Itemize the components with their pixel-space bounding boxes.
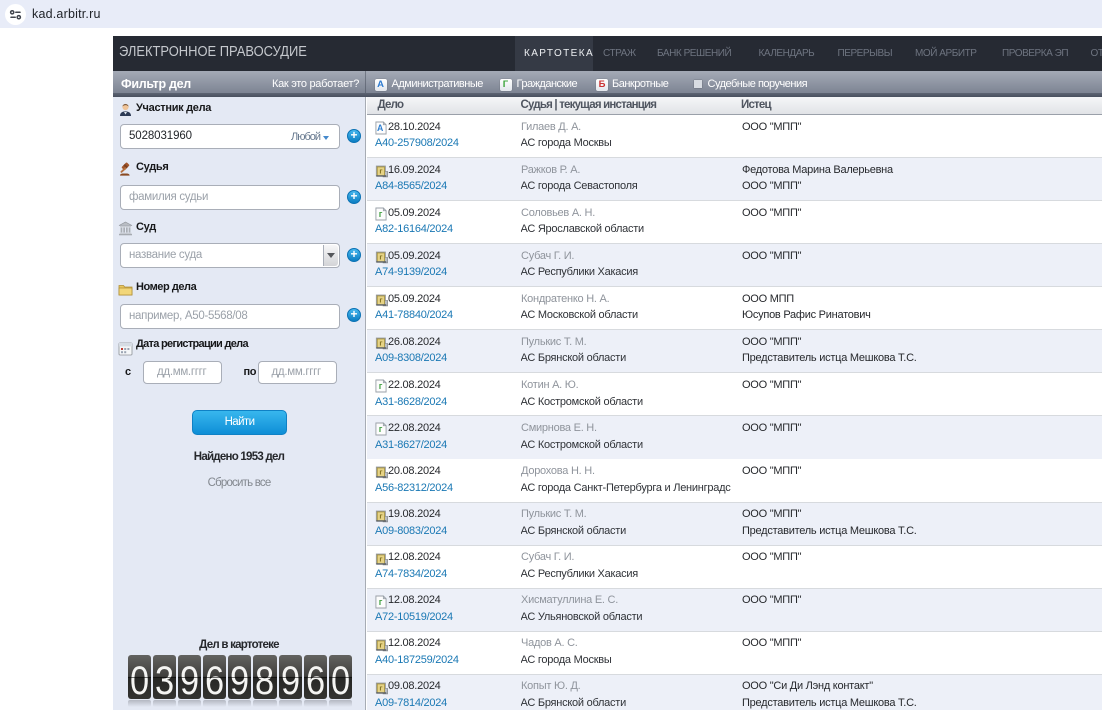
svg-text:г: г <box>379 296 382 305</box>
svg-text:г: г <box>379 253 382 262</box>
svg-text:г: г <box>379 339 382 348</box>
svg-text:г: г <box>379 683 382 692</box>
svg-text:г: г <box>379 468 382 477</box>
svg-text:г: г <box>379 554 382 563</box>
svg-text:г: г <box>379 209 383 219</box>
svg-text:А: А <box>377 123 384 133</box>
svg-text:г: г <box>379 640 382 649</box>
svg-text:г: г <box>379 382 383 392</box>
svg-text:г: г <box>379 167 382 176</box>
svg-text:г: г <box>379 511 382 520</box>
svg-text:г: г <box>379 425 383 435</box>
svg-text:г: г <box>379 597 383 607</box>
